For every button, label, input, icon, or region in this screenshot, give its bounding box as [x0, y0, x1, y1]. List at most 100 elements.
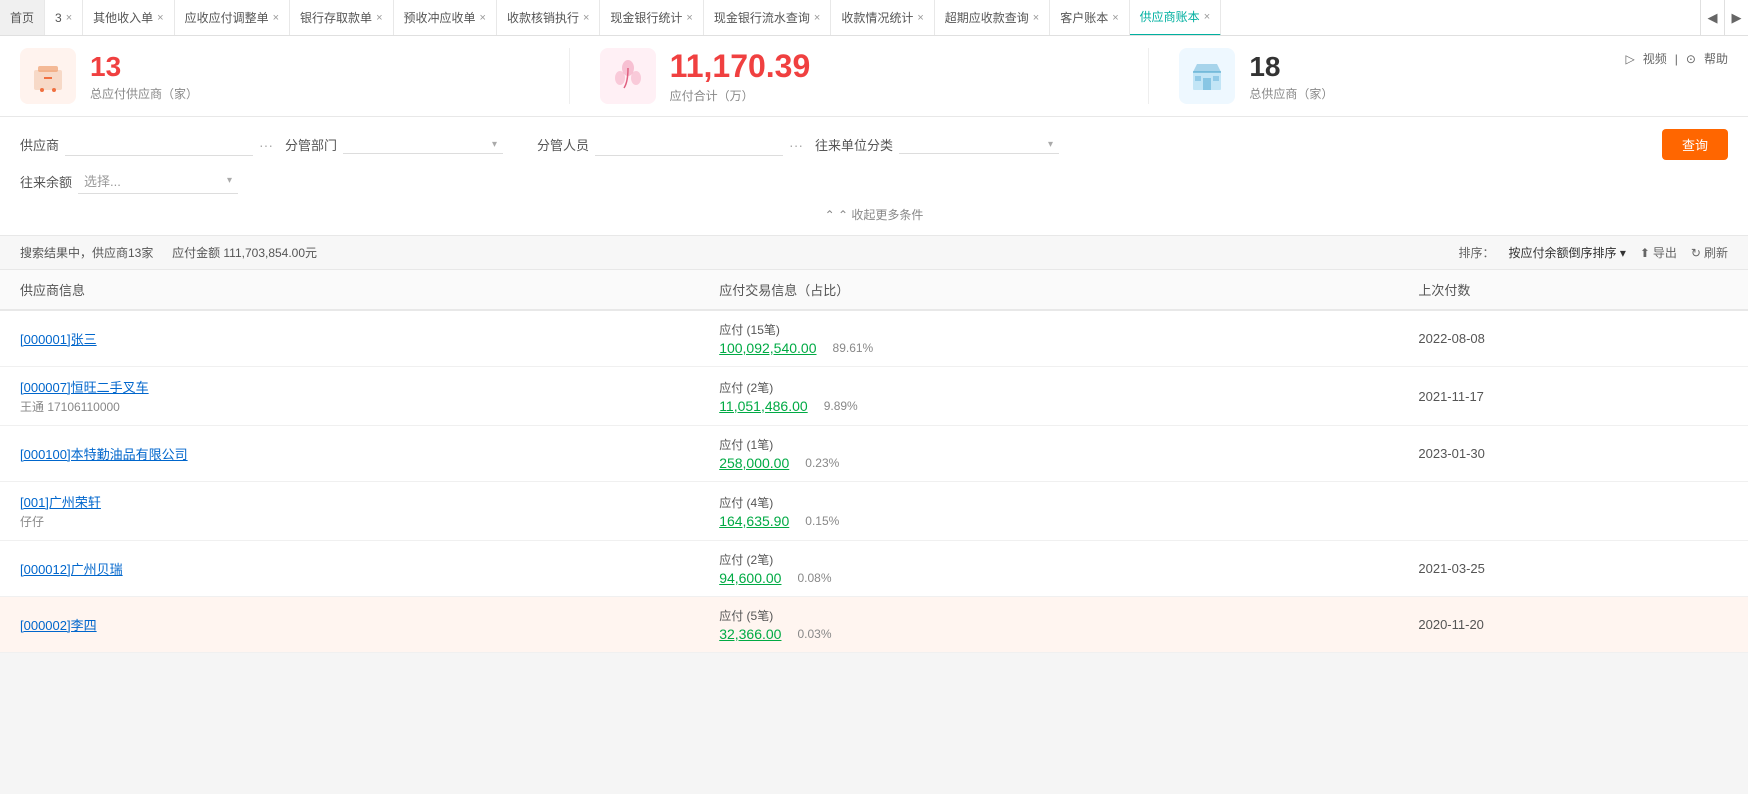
filter-category-label: 往来单位分类 [815, 135, 893, 154]
top-right-links: ▷ 视频 | ⊙ 帮助 [1626, 50, 1728, 67]
category-select[interactable]: ▾ [899, 136, 1059, 154]
supplier-cell-1: [000007]恒旺二手叉车王通 17106110000 [0, 367, 699, 426]
filter-category: 往来单位分类 ▾ [815, 135, 1059, 154]
supplier-link-3[interactable]: [001]广州荣轩 [20, 495, 101, 510]
supplier-cell-4: [000012]广州贝瑞 [0, 541, 699, 597]
table-row: [000001]张三 应付 (15笔)100,092,540.0089.61%20… [0, 310, 1748, 367]
nav-tab-advance-collection[interactable]: 预收冲应收单× [394, 0, 497, 36]
amount-value-1[interactable]: 11,051,486.00 [719, 398, 808, 414]
supplier-link-0[interactable]: [000001]张三 [20, 332, 97, 347]
amount-value-4[interactable]: 94,600.00 [719, 570, 781, 586]
stat-payable-amount-content: 11,170.39 应付合计（万） [670, 48, 811, 104]
close-tab-other-income[interactable]: × [157, 12, 163, 24]
collapse-bar[interactable]: ⌃ ⌃ 收起更多条件 [20, 202, 1728, 227]
close-tab-customer-account[interactable]: × [1112, 12, 1118, 24]
filter-supplier: 供应商 ··· [20, 134, 273, 156]
filter-dept: 分管部门 ▾ [285, 135, 525, 154]
stat-payable-amount-number: 11,170.39 [670, 48, 811, 85]
supplier-link-4[interactable]: [000012]广州贝瑞 [20, 562, 123, 577]
table-row: [000002]李四应付 (5笔)32,366.000.03%2020-11-2… [0, 597, 1748, 653]
stat-payable-suppliers: 13 总应付供应商（家） [20, 48, 569, 104]
payable-cell-5: 应付 (5笔)32,366.000.03% [699, 597, 1398, 653]
filter-person: 分管人员 ··· [537, 134, 803, 156]
balance-chevron-icon: ▾ [227, 175, 232, 186]
nav-tab-home[interactable]: 首页 [0, 0, 45, 36]
nav-tab-cash-bank-flow[interactable]: 现金银行流水查询× [704, 0, 831, 36]
nav-tab-cash-bank-stats[interactable]: 现金银行统计× [600, 0, 703, 36]
dept-chevron-icon: ▾ [492, 139, 497, 150]
result-summary: 搜索结果中，供应商13家 应付金额 111,703,854.00元 [20, 244, 317, 261]
supplier-table: 供应商信息 应付交易信息（占比） 上次付数 [000001]张三 应付 (15笔)… [0, 270, 1748, 653]
filter-section: 供应商 ··· 分管部门 ▾ 分管人员 ··· 往来单位分类 ▾ 查询 [0, 117, 1748, 236]
stats-row: 13 总应付供应商（家） 11,170.39 应付合计（万） [0, 36, 1748, 117]
close-tab-receivable-adjust[interactable]: × [273, 12, 279, 24]
balance-select[interactable]: 选择... ▾ [78, 168, 238, 194]
nav-tab-overdue-query[interactable]: 超期应收款查询× [935, 0, 1050, 36]
amount-value-3[interactable]: 164,635.90 [719, 513, 789, 529]
person-input[interactable] [595, 134, 783, 156]
payable-cell-3: 应付 (4笔)164,635.900.15% [699, 482, 1398, 541]
nav-arrow-right[interactable]: ▶ [1724, 0, 1748, 36]
col-payable-info: 应付交易信息（占比） [699, 270, 1398, 310]
table-header: 供应商信息 应付交易信息（占比） 上次付数 [0, 270, 1748, 310]
nav-arrow-left[interactable]: ◀ [1700, 0, 1724, 36]
refresh-button[interactable]: ↻ 刷新 [1691, 244, 1728, 261]
nav-tab-tab1[interactable]: 3× [45, 0, 83, 36]
supplier-cell-2: [000100]本特勤油品有限公司 [0, 426, 699, 482]
sort-value[interactable]: 按应付余额倒序排序 ▾ [1508, 244, 1625, 261]
nav-tab-other-income[interactable]: 其他收入单× [83, 0, 174, 36]
last-payment-cell-0: 2022-08-08 [1398, 310, 1748, 367]
close-tab-advance-collection[interactable]: × [480, 12, 486, 24]
shop-icon [1179, 48, 1235, 104]
nav-tab-customer-account[interactable]: 客户账本× [1050, 0, 1129, 36]
close-tab-cash-bank-flow[interactable]: × [814, 12, 820, 24]
nav-tab-receivable-adjust[interactable]: 应收应付调整单× [175, 0, 290, 36]
close-tab-tab1[interactable]: × [66, 12, 72, 24]
supplier-link-1[interactable]: [000007]恒旺二手叉车 [20, 380, 149, 395]
payable-cell-4: 应付 (2笔)94,600.000.08% [699, 541, 1398, 597]
dept-select[interactable]: ▾ [343, 136, 503, 154]
refresh-label: 刷新 [1704, 244, 1728, 261]
amount-value-5[interactable]: 32,366.00 [719, 626, 781, 642]
table-row: [000007]恒旺二手叉车王通 17106110000应付 (2笔)11,05… [0, 367, 1748, 426]
payable-label-2: 应付 (1笔) [719, 436, 1378, 453]
supplier-link-5[interactable]: [000002]李四 [20, 618, 97, 633]
divider: | [1675, 52, 1678, 66]
export-button[interactable]: ⬆ 导出 [1640, 244, 1677, 261]
nav-tab-collection-stats[interactable]: 收款情况统计× [831, 0, 934, 36]
filter-balance-label: 往来余额 [20, 172, 72, 191]
video-icon: ▷ [1626, 52, 1635, 66]
nav-tab-collection-verify[interactable]: 收款核销执行× [497, 0, 600, 36]
close-tab-cash-bank-stats[interactable]: × [686, 12, 692, 24]
person-dots-icon[interactable]: ··· [789, 137, 803, 153]
supplier-cell-5: [000002]李四 [0, 597, 699, 653]
last-payment-cell-3 [1398, 482, 1748, 541]
percent-value-2: 0.23% [805, 456, 839, 470]
supplier-cell-3: [001]广州荣轩仔仔 [0, 482, 699, 541]
help-link[interactable]: 帮助 [1704, 50, 1728, 67]
payable-cell-0: 应付 (15笔)100,092,540.0089.61% [699, 310, 1398, 367]
close-tab-bank-deposit[interactable]: × [376, 12, 382, 24]
search-button[interactable]: 查询 [1662, 129, 1728, 160]
export-icon: ⬆ [1640, 246, 1650, 260]
filter-row-2: 往来余额 选择... ▾ [20, 168, 1728, 194]
nav-tab-supplier-account[interactable]: 供应商账本× [1130, 0, 1221, 36]
close-tab-overdue-query[interactable]: × [1033, 12, 1039, 24]
amount-value-0[interactable]: 100,092,540.00 [719, 340, 816, 356]
collapse-icon: ⌃ [825, 208, 835, 222]
video-link[interactable]: 视频 [1643, 50, 1667, 67]
last-payment-cell-1: 2021-11-17 [1398, 367, 1748, 426]
filter-person-label: 分管人员 [537, 135, 589, 154]
result-separator [157, 246, 169, 260]
supplier-link-2[interactable]: [000100]本特勤油品有限公司 [20, 447, 188, 462]
supplier-dots-icon[interactable]: ··· [259, 137, 273, 153]
close-tab-supplier-account[interactable]: × [1204, 11, 1210, 23]
table-row: [000100]本特勤油品有限公司应付 (1笔)258,000.000.23%2… [0, 426, 1748, 482]
supplier-input[interactable] [65, 134, 253, 156]
close-tab-collection-stats[interactable]: × [917, 12, 923, 24]
amount-value-2[interactable]: 258,000.00 [719, 455, 789, 471]
close-tab-collection-verify[interactable]: × [583, 12, 589, 24]
nav-tab-bank-deposit[interactable]: 银行存取款单× [290, 0, 393, 36]
help-icon: ⊙ [1686, 52, 1696, 66]
stat-payable-suppliers-number: 13 [90, 51, 198, 83]
